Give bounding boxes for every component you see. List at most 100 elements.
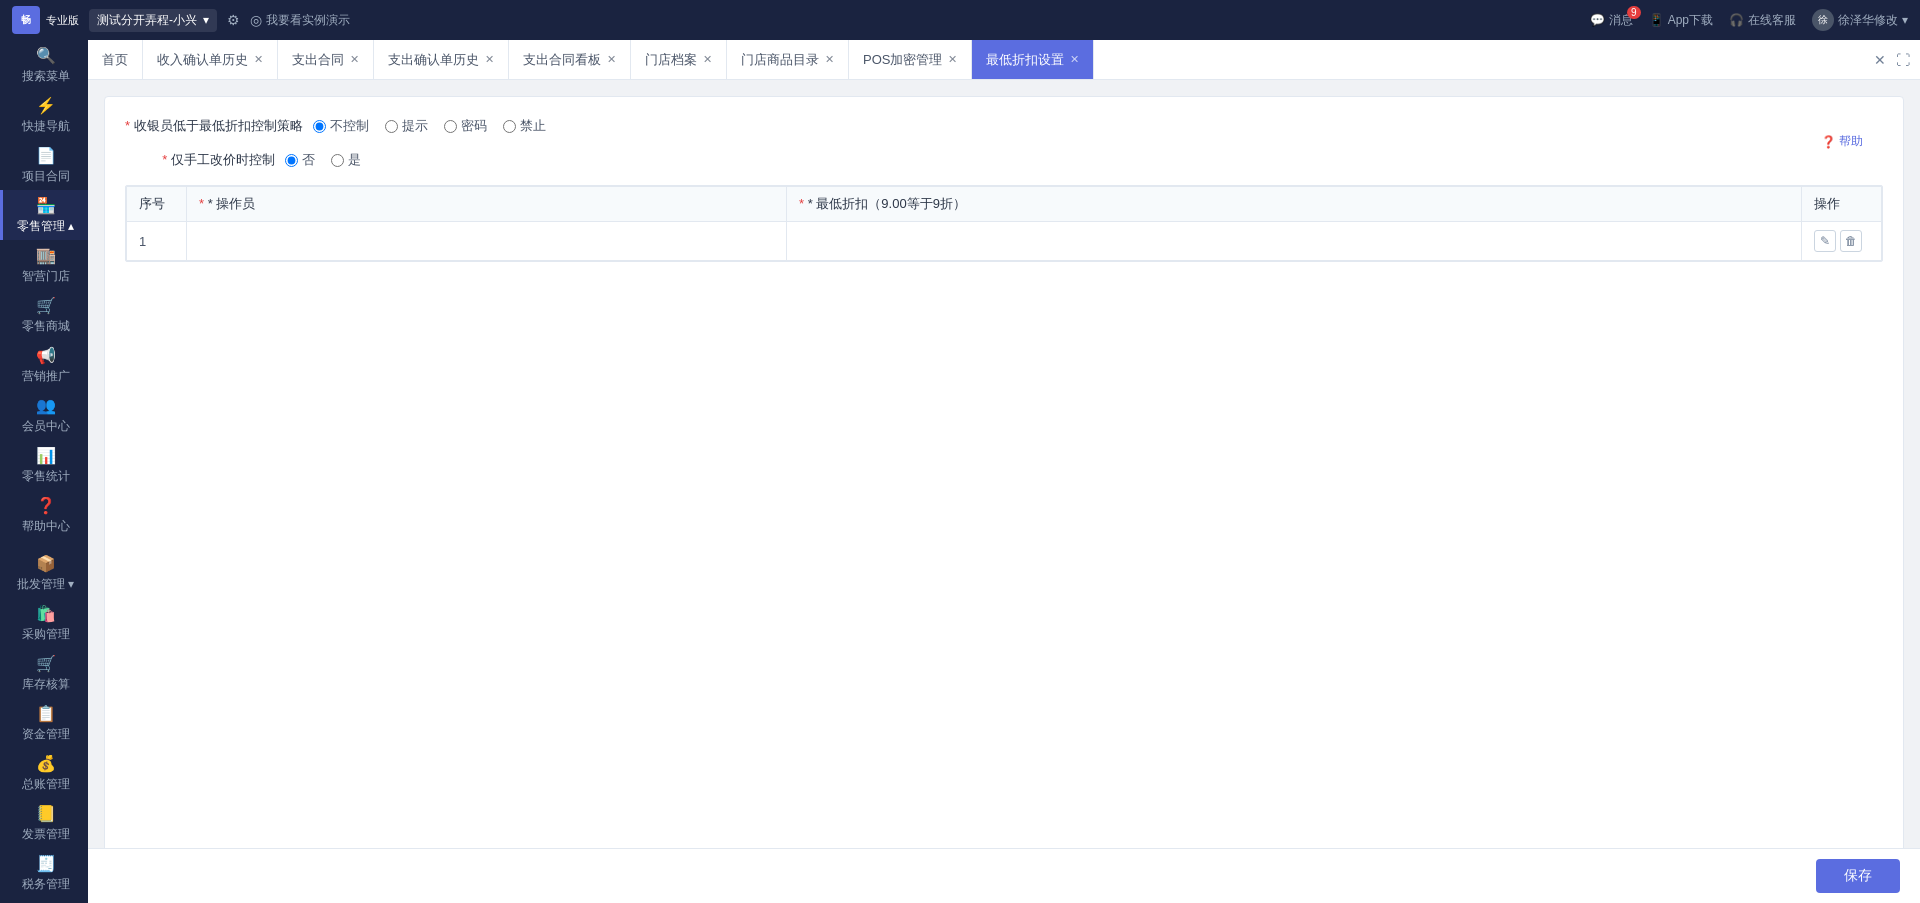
tab-label: 支出确认单历史 (388, 51, 479, 69)
tab-payment-board[interactable]: 支出合同看板 ✕ (509, 40, 631, 79)
tab-close-icon[interactable]: ✕ (485, 53, 494, 66)
cell-actions: ✎ 🗑 (1802, 222, 1882, 261)
tab-min-discount-settings[interactable]: 最低折扣设置 ✕ (972, 40, 1094, 79)
help-link[interactable]: ❓ 帮助 (1821, 133, 1863, 150)
sidebar-item-label: 零售统计 (22, 468, 70, 485)
project-selector[interactable]: 测试分开弄程-小兴 ▾ (89, 9, 217, 32)
help-question-icon: ❓ (1821, 135, 1836, 149)
ledger-icon: 📒 (36, 804, 56, 823)
strategy-forbidden-option[interactable]: 禁止 (503, 117, 546, 135)
tab-label: POS加密管理 (863, 51, 942, 69)
sidebar-item-member-center[interactable]: 👥 会员中心 (0, 390, 88, 440)
service-icon: 🎧 (1729, 13, 1744, 27)
tab-store-file[interactable]: 门店档案 ✕ (631, 40, 727, 79)
sidebar-item-retail-stats[interactable]: 📊 零售统计 (0, 440, 88, 490)
strategy-form-row: * 收银员低于最低折扣控制策略 不控制 提示 (125, 117, 1883, 135)
sidebar-item-purchase-mgmt[interactable]: 🛒 库存核算 (0, 648, 88, 698)
tab-close-icon[interactable]: ✕ (948, 53, 957, 66)
required-mark: * (799, 196, 804, 211)
finance-icon: 💰 (36, 754, 56, 773)
message-icon: 💬 (1590, 13, 1605, 27)
sidebar-item-tax[interactable]: 🏛️ 固定资产 (0, 898, 88, 903)
sidebar-item-search-menu[interactable]: 🔍 搜索菜单 (0, 40, 88, 90)
delete-row-btn[interactable]: 🗑 (1840, 230, 1862, 252)
wholesale-icon: 📦 (36, 554, 56, 573)
col-header-seq: 序号 (127, 187, 187, 222)
logo-icon: 畅 (12, 6, 40, 34)
tab-close-icon[interactable]: ✕ (1070, 53, 1079, 66)
sidebar-item-label: 批发管理 ▾ (17, 576, 74, 593)
sidebar-item-inventory[interactable]: 📋 资金管理 (0, 698, 88, 748)
sidebar-item-finance[interactable]: 💰 总账管理 (0, 748, 88, 798)
strategy-password-option[interactable]: 密码 (444, 117, 487, 135)
edit-row-btn[interactable]: ✎ (1814, 230, 1836, 252)
tab-label: 门店档案 (645, 51, 697, 69)
content-area: 首页 收入确认单历史 ✕ 支出合同 ✕ 支出确认单历史 ✕ 支出合同看板 ✕ 门… (88, 40, 1920, 903)
marketing-icon: 📢 (36, 346, 56, 365)
help-text: 帮助 (1839, 133, 1863, 150)
demo-link[interactable]: ◎ 我要看实例演示 (250, 12, 350, 29)
tab-close-all-btn[interactable]: ✕ (1872, 50, 1888, 70)
strategy-no-control-option[interactable]: 不控制 (313, 117, 369, 135)
sidebar-item-label: 采购管理 (22, 626, 70, 643)
tab-close-icon[interactable]: ✕ (254, 53, 263, 66)
app-download-btn[interactable]: 📱 App下载 (1649, 12, 1713, 29)
sidebar-item-retail-mgmt[interactable]: 🏪 零售管理 ▴ (0, 190, 88, 240)
table-row: 1 ✎ 🗑 (127, 222, 1882, 261)
strategy-hint-radio[interactable] (385, 120, 398, 133)
tab-expand-btn[interactable]: ⛶ (1894, 50, 1912, 70)
tab-home[interactable]: 首页 (88, 40, 143, 79)
sidebar-item-label: 搜索菜单 (22, 68, 70, 85)
sidebar-item-wholesale-mgmt[interactable]: 📦 批发管理 ▾ (0, 548, 88, 598)
avatar: 徐 (1812, 9, 1834, 31)
strategy-password-radio[interactable] (444, 120, 457, 133)
manual-no-option[interactable]: 否 (285, 151, 315, 169)
invoice-icon: 🧾 (36, 854, 56, 873)
tab-payment-confirm-history[interactable]: 支出确认单历史 ✕ (374, 40, 509, 79)
mall-icon: 🛒 (36, 296, 56, 315)
sidebar-item-label: 总账管理 (22, 776, 70, 793)
sidebar-item-ecommerce[interactable]: 🛍️ 采购管理 (0, 598, 88, 648)
sidebar-item-invoice[interactable]: 🧾 税务管理 (0, 848, 88, 898)
sidebar: 🔍 搜索菜单 ⚡ 快捷导航 📄 项目合同 🏪 零售管理 ▴ 🏬 智营门店 🛒 零… (0, 40, 88, 903)
chevron-down-icon: ▾ (203, 13, 209, 27)
tab-close-icon[interactable]: ✕ (703, 53, 712, 66)
sidebar-item-quick-nav[interactable]: ⚡ 快捷导航 (0, 90, 88, 140)
sidebar-item-smart-store[interactable]: 🏬 智营门店 (0, 240, 88, 290)
cell-seq: 1 (127, 222, 187, 261)
manual-yes-label: 是 (348, 151, 361, 169)
tab-close-icon[interactable]: ✕ (825, 53, 834, 66)
row-actions: ✎ 🗑 (1814, 230, 1869, 252)
sidebar-item-marketing[interactable]: 📢 营销推广 (0, 340, 88, 390)
sidebar-item-project-contract[interactable]: 📄 项目合同 (0, 140, 88, 190)
tab-label: 支出合同 (292, 51, 344, 69)
manual-no-radio[interactable] (285, 154, 298, 167)
save-button[interactable]: 保存 (1816, 859, 1900, 893)
strategy-forbidden-label: 禁止 (520, 117, 546, 135)
col-header-operator-text: * 操作员 (208, 196, 256, 211)
col-header-actions: 操作 (1802, 187, 1882, 222)
strategy-forbidden-radio[interactable] (503, 120, 516, 133)
sidebar-item-label: 资金管理 (22, 726, 70, 743)
tab-payment-contract[interactable]: 支出合同 ✕ (278, 40, 374, 79)
sidebar-item-retail-mall[interactable]: 🛒 零售商城 (0, 290, 88, 340)
manual-yes-option[interactable]: 是 (331, 151, 361, 169)
tab-label: 支出合同看板 (523, 51, 601, 69)
sidebar-item-help-center[interactable]: ❓ 帮助中心 (0, 490, 88, 540)
messages-btn[interactable]: 💬 消息 9 (1590, 12, 1633, 29)
tab-store-products[interactable]: 门店商品目录 ✕ (727, 40, 849, 79)
user-info[interactable]: 徐 徐泽华修改 ▾ (1812, 9, 1908, 31)
strategy-hint-option[interactable]: 提示 (385, 117, 428, 135)
tab-close-icon[interactable]: ✕ (350, 53, 359, 66)
tab-pos-password[interactable]: POS加密管理 ✕ (849, 40, 972, 79)
manual-yes-radio[interactable] (331, 154, 344, 167)
sidebar-item-ledger[interactable]: 📒 发票管理 (0, 798, 88, 848)
settings-icon[interactable]: ⚙ (227, 12, 240, 28)
online-service-btn[interactable]: 🎧 在线客服 (1729, 12, 1796, 29)
tab-close-icon[interactable]: ✕ (607, 53, 616, 66)
strategy-no-control-radio[interactable] (313, 120, 326, 133)
tab-income-history[interactable]: 收入确认单历史 ✕ (143, 40, 278, 79)
page-footer: 保存 (88, 848, 1920, 903)
quick-nav-icon: ⚡ (36, 96, 56, 115)
required-mark: * (125, 118, 130, 133)
